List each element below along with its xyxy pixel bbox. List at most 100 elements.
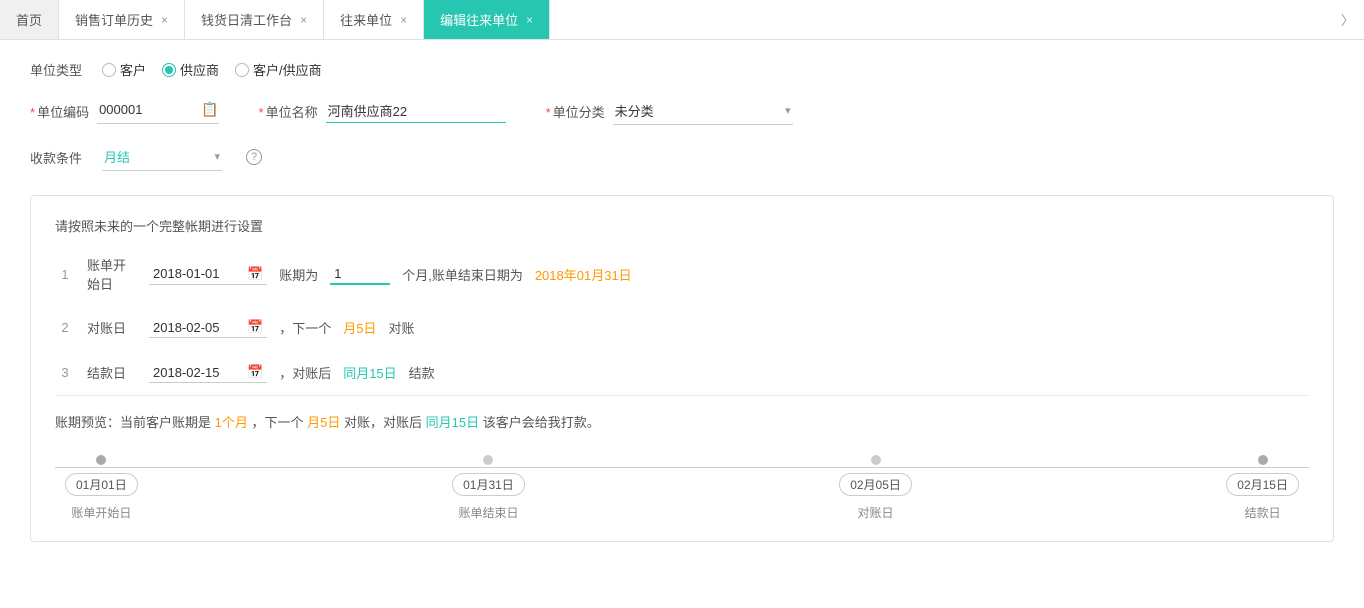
radio-supplier-circle bbox=[162, 63, 176, 77]
timeline-node-3: 02月05日 对账日 bbox=[839, 455, 912, 521]
timeline-label-4: 结款日 bbox=[1245, 504, 1281, 521]
preview-suffix: 该客户会给我打款。 bbox=[483, 415, 600, 430]
tab-sales-history[interactable]: 销售订单历史 × bbox=[59, 0, 185, 39]
tab-partner-close[interactable]: × bbox=[400, 13, 407, 27]
setting-row-1: 1 账单开始日 📅 账期为 个月,账单结束日期为 2018年01月31日 bbox=[55, 255, 1309, 293]
unit-name-group: 单位名称 bbox=[259, 99, 506, 123]
preview-part2: 月5日 bbox=[307, 415, 340, 430]
row-type-3: 结款日 bbox=[87, 363, 137, 382]
tab-partner[interactable]: 往来单位 × bbox=[324, 0, 424, 39]
unit-category-group: 单位分类 未分类 ▾ bbox=[546, 97, 793, 125]
timeline-label-1: 账单开始日 bbox=[71, 504, 131, 521]
tab-sales-history-label: 销售订单历史 bbox=[75, 10, 153, 29]
date-input-2-wrap: 📅 bbox=[149, 317, 267, 338]
payment-terms-value: 月结 bbox=[104, 147, 130, 166]
calendar-icon-1[interactable]: 📅 bbox=[247, 266, 263, 282]
timeline-badge-2: 01月31日 bbox=[452, 473, 525, 496]
unit-category-value: 未分类 bbox=[615, 101, 654, 120]
period-end-date: 2018年01月31日 bbox=[535, 265, 632, 284]
period-label: 账期为 bbox=[279, 265, 318, 284]
timeline-badge-3: 02月05日 bbox=[839, 473, 912, 496]
unit-info-row: 单位编码 📋 单位名称 单位分类 未分类 ▾ bbox=[30, 97, 1334, 125]
period-input[interactable] bbox=[330, 264, 390, 285]
row-type-1: 账单开始日 bbox=[87, 255, 137, 293]
preview-between2: 对账，对账后 bbox=[344, 415, 422, 430]
timeline-node-1: 01月01日 账单开始日 bbox=[65, 455, 138, 521]
tab-partner-label: 往来单位 bbox=[340, 10, 392, 29]
row3-pre: ，对账后 bbox=[279, 363, 331, 382]
radio-customer-label: 客户 bbox=[120, 60, 146, 79]
timeline-badge-1: 01月01日 bbox=[65, 473, 138, 496]
row2-post: 对账 bbox=[388, 318, 414, 337]
tab-home[interactable]: 首页 bbox=[0, 0, 59, 39]
tab-daily-clear-close[interactable]: × bbox=[300, 13, 307, 27]
date-input-3-wrap: 📅 bbox=[149, 362, 267, 383]
timeline-dot-4 bbox=[1258, 455, 1268, 465]
preview-prefix: 账期预览：当前客户账期是 bbox=[55, 415, 211, 430]
row-num-1: 1 bbox=[55, 267, 75, 282]
radio-customer-circle bbox=[102, 63, 116, 77]
settings-panel: 请按照未来的一个完整帐期进行设置 1 账单开始日 📅 账期为 个月,账单结束日期… bbox=[30, 195, 1334, 542]
date-input-1-wrap: 📅 bbox=[149, 264, 267, 285]
date-input-3[interactable] bbox=[153, 365, 243, 380]
timeline-dot-3 bbox=[871, 455, 881, 465]
unit-code-label: 单位编码 bbox=[30, 102, 89, 121]
row-type-2: 对账日 bbox=[87, 318, 137, 337]
timeline-items: 01月01日 账单开始日 01月31日 账单结束日 02月05日 对账日 bbox=[65, 455, 1299, 521]
unit-category-select[interactable]: 未分类 ▾ bbox=[613, 97, 793, 125]
row3-post: 结款 bbox=[409, 363, 435, 382]
payment-terms-label: 收款条件 bbox=[30, 148, 82, 167]
panel-title: 请按照未来的一个完整帐期进行设置 bbox=[55, 216, 1309, 235]
row-num-2: 2 bbox=[55, 320, 75, 335]
tab-edit-partner-close[interactable]: × bbox=[526, 13, 533, 27]
unit-type-row: 单位类型 客户 供应商 客户/供应商 bbox=[30, 60, 1334, 79]
preview-between1: ，下一个 bbox=[252, 415, 304, 430]
unit-type-label: 单位类型 bbox=[30, 60, 82, 79]
calendar-icon-2[interactable]: 📅 bbox=[247, 319, 263, 335]
setting-row-2: 2 对账日 📅 ，下一个 月5日 对账 bbox=[55, 317, 1309, 338]
radio-customer-supplier[interactable]: 客户/供应商 bbox=[235, 60, 322, 79]
timeline-node-4: 02月15日 结款日 bbox=[1226, 455, 1299, 521]
timeline-label-2: 账单结束日 bbox=[458, 504, 518, 521]
timeline-node-2: 01月31日 账单结束日 bbox=[452, 455, 525, 521]
unit-name-label: 单位名称 bbox=[259, 102, 318, 121]
chevron-down-icon: ▾ bbox=[785, 104, 791, 117]
radio-customer-supplier-label: 客户/供应商 bbox=[253, 60, 322, 79]
tab-daily-clear[interactable]: 钱货日清工作台 × bbox=[185, 0, 324, 39]
help-icon[interactable]: ? bbox=[246, 149, 262, 165]
row-num-3: 3 bbox=[55, 365, 75, 380]
timeline-badge-4: 02月15日 bbox=[1226, 473, 1299, 496]
copy-icon[interactable]: 📋 bbox=[201, 101, 218, 118]
date-input-1[interactable] bbox=[153, 266, 243, 281]
timeline-dot-2 bbox=[483, 455, 493, 465]
radio-customer[interactable]: 客户 bbox=[102, 60, 146, 79]
preview-part1: 1个月 bbox=[215, 415, 248, 430]
row2-pre: ，下一个 bbox=[279, 318, 331, 337]
payment-terms-row: 收款条件 月结 ▾ ? bbox=[30, 143, 1334, 171]
date-input-2[interactable] bbox=[153, 320, 243, 335]
setting-row-3: 3 结款日 📅 ，对账后 同月15日 结款 bbox=[55, 362, 1309, 383]
radio-supplier-label: 供应商 bbox=[180, 60, 219, 79]
radio-supplier[interactable]: 供应商 bbox=[162, 60, 219, 79]
payment-terms-select[interactable]: 月结 ▾ bbox=[102, 143, 222, 171]
row3-highlight: 同月15日 bbox=[343, 363, 396, 382]
unit-code-input-wrap: 📋 bbox=[97, 98, 218, 124]
preview-text: 账期预览：当前客户账期是 1个月 ，下一个 月5日 对账，对账后 同月15日 该… bbox=[55, 412, 1309, 431]
tab-edit-partner-label: 编辑往来单位 bbox=[440, 10, 518, 29]
tab-expand-button[interactable]: 〉 bbox=[1331, 0, 1364, 39]
main-content: 单位类型 客户 供应商 客户/供应商 单位编码 📋 单位 bbox=[0, 40, 1364, 608]
calendar-icon-3[interactable]: 📅 bbox=[247, 364, 263, 380]
unit-code-input[interactable] bbox=[97, 98, 197, 121]
timeline-dot-1 bbox=[96, 455, 106, 465]
timeline-label-3: 对账日 bbox=[858, 504, 894, 521]
unit-type-radio-group: 客户 供应商 客户/供应商 bbox=[102, 60, 322, 79]
unit-code-group: 单位编码 📋 bbox=[30, 98, 219, 124]
unit-category-label: 单位分类 bbox=[546, 102, 605, 121]
tab-sales-history-close[interactable]: × bbox=[161, 13, 168, 27]
preview-part3: 同月15日 bbox=[426, 415, 479, 430]
row2-highlight: 月5日 bbox=[343, 318, 376, 337]
unit-name-input[interactable] bbox=[326, 99, 506, 123]
tab-edit-partner[interactable]: 编辑往来单位 × bbox=[424, 0, 550, 39]
payment-terms-chevron-icon: ▾ bbox=[214, 150, 220, 163]
period-unit-text: 个月,账单结束日期为 bbox=[402, 265, 523, 284]
